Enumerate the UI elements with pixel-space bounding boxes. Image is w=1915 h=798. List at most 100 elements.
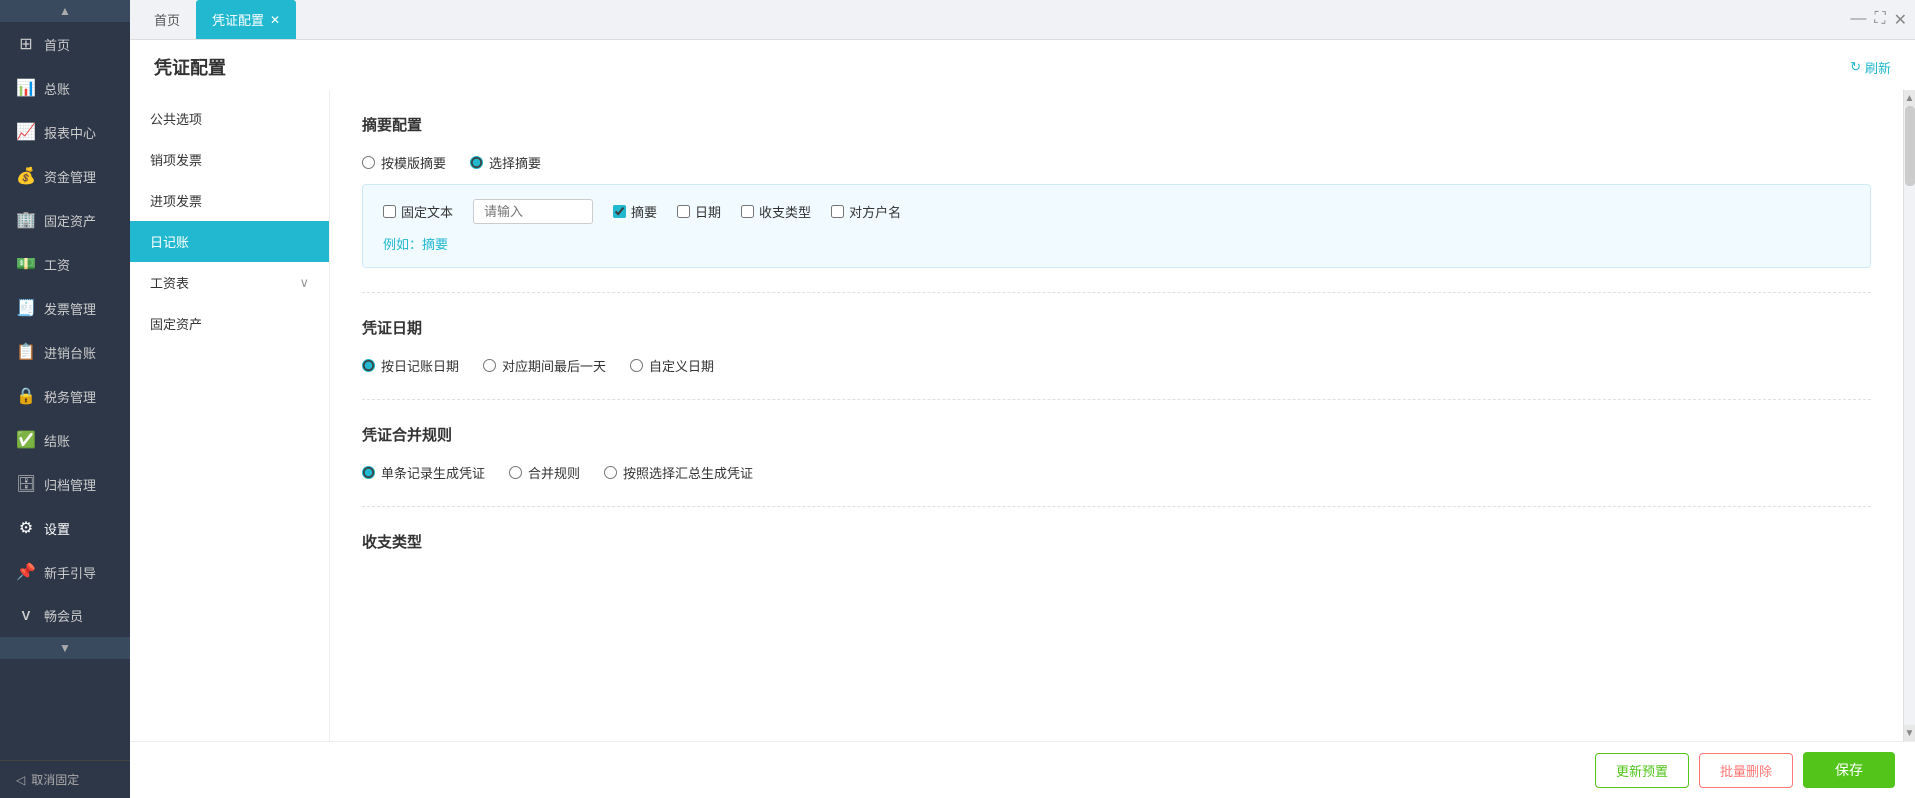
scroll-down-arrow[interactable]: ▼ (1904, 725, 1915, 741)
sidebar-item-label: 畅会员 (44, 606, 83, 625)
left-nav-journal-label: 日记账 (150, 232, 189, 251)
minimize-icon[interactable]: — (1850, 10, 1866, 30)
income-type-section: 收支类型 (362, 531, 1871, 594)
sidebar-item-guide[interactable]: 📌 新手引导 (0, 550, 130, 594)
by-journal-date-radio[interactable] (362, 359, 375, 372)
sidebar-item-tax[interactable]: 🔒 税务管理 (0, 374, 130, 418)
sidebar-scroll-down[interactable]: ▼ (0, 637, 130, 659)
scroll-thumb[interactable] (1905, 106, 1915, 186)
ledger-icon: 📊 (16, 78, 36, 98)
custom-date-radio[interactable] (630, 359, 643, 372)
summary-checkbox[interactable] (613, 205, 626, 218)
sidebar-item-reports[interactable]: 📈 报表中心 (0, 110, 130, 154)
left-nav-public[interactable]: 公共选项 (130, 98, 329, 139)
counterparty-checkbox[interactable] (831, 205, 844, 218)
sidebar: ▲ ⊞ 首页 📊 总账 📈 报表中心 💰 资金管理 🏢 固定资产 💵 工资 🧾 … (0, 0, 130, 798)
income-type-option[interactable]: 收支类型 (741, 202, 811, 221)
left-nav-fixed-assets[interactable]: 固定资产 (130, 303, 329, 344)
sidebar-item-label: 发票管理 (44, 299, 96, 318)
summary-option[interactable]: 摘要 (613, 202, 657, 221)
left-nav-sales-invoice[interactable]: 销项发票 (130, 139, 329, 180)
merge-rules-radio[interactable] (509, 466, 522, 479)
left-nav-public-label: 公共选项 (150, 109, 202, 128)
date-checkbox[interactable] (677, 205, 690, 218)
by-journal-date-option[interactable]: 按日记账日期 (362, 356, 459, 375)
sidebar-item-member[interactable]: V 畅会员 (0, 594, 130, 637)
tax-icon: 🔒 (16, 386, 36, 406)
assets-icon: 🏢 (16, 210, 36, 230)
select-summary-label: 选择摘要 (489, 153, 541, 172)
sidebar-item-assets[interactable]: 🏢 固定资产 (0, 198, 130, 242)
close-tab-icon[interactable]: ✕ (270, 13, 280, 27)
sidebar-item-invoices[interactable]: 🧾 发票管理 (0, 286, 130, 330)
fixed-text-checkbox[interactable] (383, 205, 396, 218)
window-close-icon[interactable]: ✕ (1894, 10, 1907, 30)
cancel-fixed-label: 取消固定 (31, 771, 79, 788)
sidebar-item-funds[interactable]: 💰 资金管理 (0, 154, 130, 198)
single-record-radio[interactable] (362, 466, 375, 479)
sidebar-scroll-up[interactable]: ▲ (0, 0, 130, 22)
select-merge-option[interactable]: 按照选择汇总生成凭证 (604, 463, 753, 482)
sidebar-item-purchase-sales[interactable]: 📋 进销台账 (0, 330, 130, 374)
sidebar-item-settings[interactable]: ⚙ 设置 (0, 506, 130, 550)
summary-options: 固定文本 摘要 日期 收支类型 (383, 199, 1850, 224)
voucher-date-title: 凭证日期 (362, 317, 1871, 338)
left-nav-payroll-table[interactable]: 工资表 ∨ (130, 262, 329, 303)
close-accounts-icon: ✅ (16, 430, 36, 450)
template-summary-radio[interactable] (362, 156, 375, 169)
select-summary-radio[interactable] (470, 156, 483, 169)
fixed-text-option[interactable]: 固定文本 (383, 202, 453, 221)
tab-controls: — ⛶ ✕ (1850, 10, 1907, 30)
custom-date-option[interactable]: 自定义日期 (630, 356, 714, 375)
right-content: 摘要配置 按模版摘要 选择摘要 固定文本 (330, 90, 1903, 741)
cancel-fixed-button[interactable]: ◁ 取消固定 (0, 760, 130, 798)
sidebar-item-close[interactable]: ✅ 结账 (0, 418, 130, 462)
fixed-text-input[interactable] (473, 199, 593, 224)
update-preview-button[interactable]: 更新预置 (1595, 753, 1689, 788)
tab-voucher-config-label: 凭证配置 (212, 10, 264, 29)
select-summary-option[interactable]: 选择摘要 (470, 153, 541, 172)
left-nav-purchase-invoice-label: 进项发票 (150, 191, 202, 210)
counterparty-option[interactable]: 对方户名 (831, 202, 901, 221)
left-nav-payroll-table-label: 工资表 (150, 273, 189, 292)
reports-icon: 📈 (16, 122, 36, 142)
home-icon: ⊞ (16, 34, 36, 54)
select-merge-radio[interactable] (604, 466, 617, 479)
tab-voucher-config[interactable]: 凭证配置 ✕ (196, 0, 296, 39)
single-record-label: 单条记录生成凭证 (381, 463, 485, 482)
last-day-radio[interactable] (483, 359, 496, 372)
income-type-checkbox[interactable] (741, 205, 754, 218)
template-summary-option[interactable]: 按模版摘要 (362, 153, 446, 172)
page-header: 凭证配置 ↻ 刷新 (130, 40, 1915, 90)
left-nav-fixed-assets-label: 固定资产 (150, 314, 202, 333)
payroll-icon: 💵 (16, 254, 36, 274)
guide-icon: 📌 (16, 562, 36, 582)
left-nav-journal[interactable]: 日记账 (130, 221, 329, 262)
maximize-icon[interactable]: ⛶ (1874, 10, 1885, 30)
date-option[interactable]: 日期 (677, 202, 721, 221)
save-button[interactable]: 保存 (1803, 752, 1895, 788)
last-day-label: 对应期间最后一天 (502, 356, 606, 375)
archive-icon: 🗄 (16, 474, 36, 494)
left-nav: 公共选项 销项发票 进项发票 日记账 工资表 ∨ 固定资产 (130, 90, 330, 741)
left-nav-purchase-invoice[interactable]: 进项发票 (130, 180, 329, 221)
member-icon: V (16, 608, 36, 623)
funds-icon: 💰 (16, 166, 36, 186)
by-journal-date-label: 按日记账日期 (381, 356, 459, 375)
last-day-option[interactable]: 对应期间最后一天 (483, 356, 606, 375)
income-type-label: 收支类型 (759, 202, 811, 221)
summary-radio-group: 按模版摘要 选择摘要 (362, 153, 1871, 172)
merge-rules-option[interactable]: 合并规则 (509, 463, 580, 482)
single-record-option[interactable]: 单条记录生成凭证 (362, 463, 485, 482)
batch-delete-button[interactable]: 批量删除 (1699, 753, 1793, 788)
refresh-button[interactable]: ↻ 刷新 (1850, 58, 1891, 77)
pin-icon: ◁ (16, 773, 25, 787)
sidebar-item-home[interactable]: ⊞ 首页 (0, 22, 130, 66)
summary-config-box: 固定文本 摘要 日期 收支类型 (362, 184, 1871, 268)
tab-home[interactable]: 首页 (138, 0, 196, 39)
sidebar-item-payroll[interactable]: 💵 工资 (0, 242, 130, 286)
scroll-up-arrow[interactable]: ▲ (1904, 90, 1915, 106)
sidebar-item-ledger[interactable]: 📊 总账 (0, 66, 130, 110)
sidebar-item-archive[interactable]: 🗄 归档管理 (0, 462, 130, 506)
sidebar-item-label: 设置 (44, 519, 70, 538)
